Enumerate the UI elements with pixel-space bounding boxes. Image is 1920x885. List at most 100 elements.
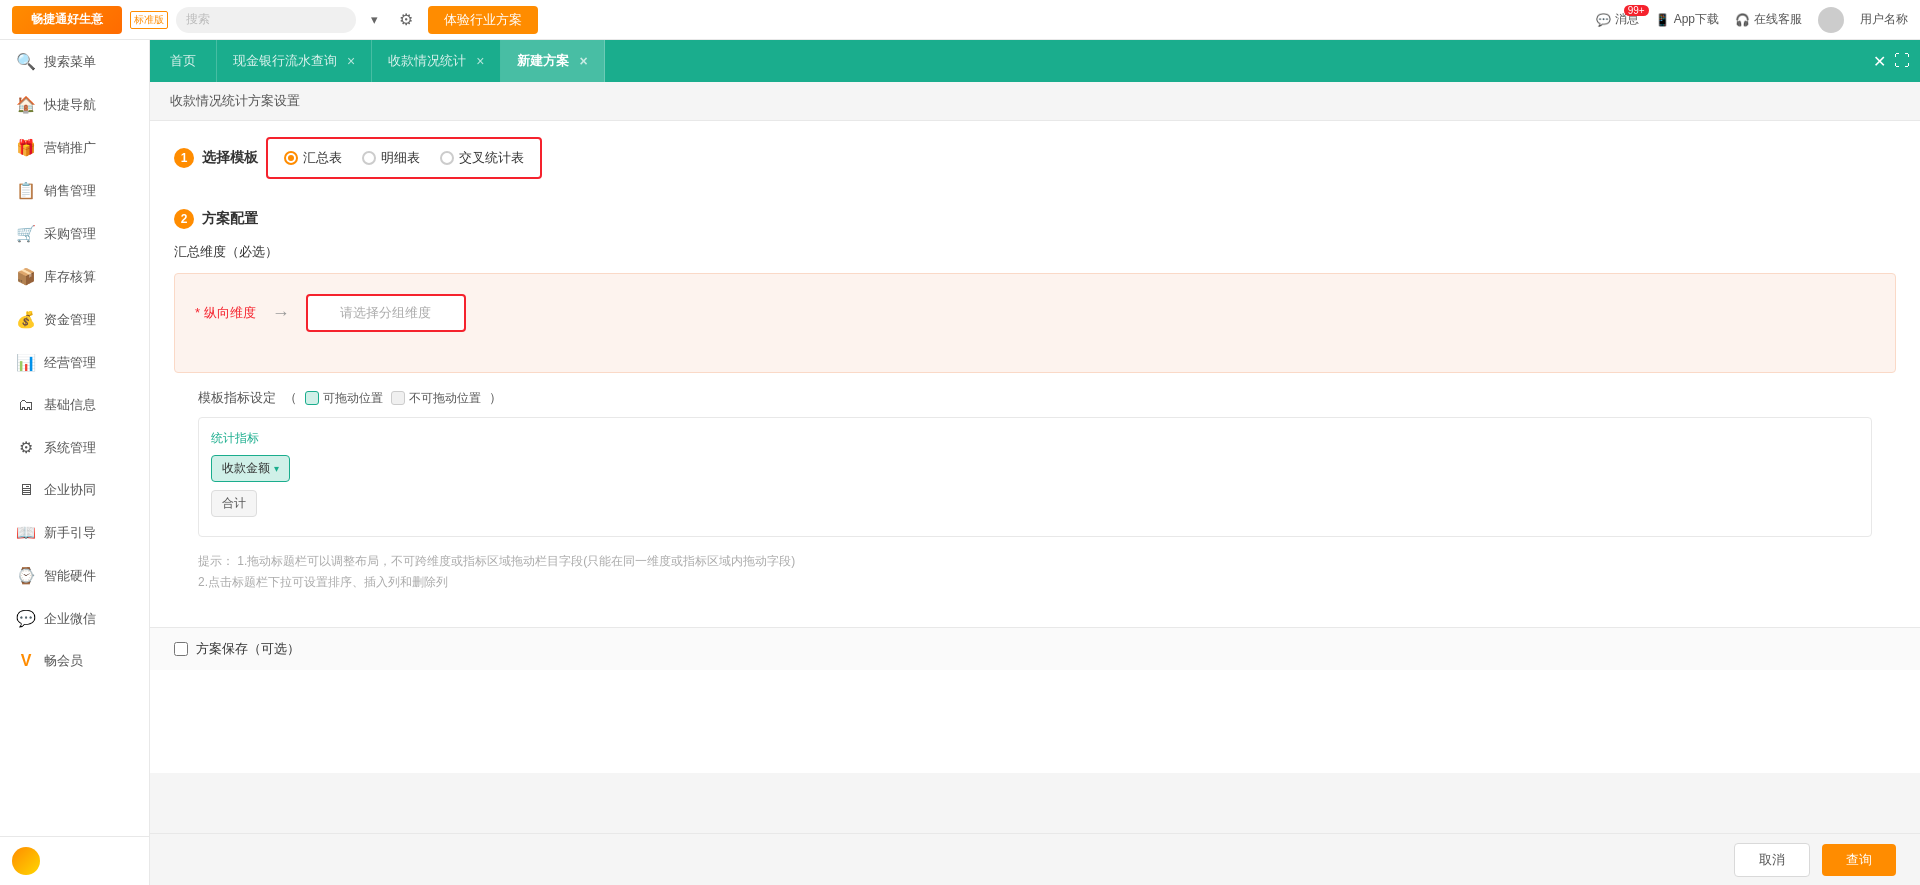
enterprise-icon: 🖥 — [16, 481, 36, 499]
top-bar-right: 💬 消息 99+ 📱 App下载 🎧 在线客服 用户名称 — [1596, 7, 1908, 33]
tab-collection[interactable]: 收款情况统计 × — [372, 40, 501, 82]
cashflow-tab-label: 现金银行流水查询 — [233, 52, 337, 70]
brand-logo: 畅捷通好生意 — [12, 6, 122, 34]
sidebar-item-label: 系统管理 — [44, 439, 96, 457]
indicator-title: 模板指标设定 — [198, 389, 276, 407]
top-bar: 畅捷通好生意 标准版 搜索 ▾ ⚙ 体验行业方案 💬 消息 99+ 📱 App下… — [0, 0, 1920, 40]
sidebar-item-guide[interactable]: 📖 新手引导 — [0, 511, 149, 554]
radio-summary-circle — [284, 151, 298, 165]
dropdown-icon[interactable]: ▾ — [364, 10, 384, 30]
home-tab-label: 首页 — [170, 52, 196, 70]
sidebar-item-member[interactable]: V 畅会员 — [0, 640, 149, 682]
sidebar-item-purchase[interactable]: 🛒 采购管理 — [0, 212, 149, 255]
sidebar-avatar-area — [0, 837, 149, 885]
sidebar-item-finance[interactable]: 💰 资金管理 — [0, 298, 149, 341]
newplan-tab-close[interactable]: × — [579, 53, 587, 69]
sidebar-item-label: 企业微信 — [44, 610, 96, 628]
form-container: 收款情况统计方案设置 1 选择模板 汇总表 — [150, 82, 1920, 773]
collection-tab-close[interactable]: × — [476, 53, 484, 69]
sidebar-item-sales[interactable]: 📋 销售管理 — [0, 169, 149, 212]
tag-dropdown-icon: ▾ — [274, 463, 279, 474]
radio-cross[interactable]: 交叉统计表 — [440, 149, 524, 167]
gear-icon[interactable]: ⚙ — [392, 6, 420, 34]
save-label: 方案保存（可选） — [196, 640, 300, 658]
sidebar-item-label: 销售管理 — [44, 182, 96, 200]
cashflow-tab-close[interactable]: × — [347, 53, 355, 69]
close-window-icon[interactable]: ✕ — [1873, 52, 1886, 71]
indicator-subtag: 合计 — [211, 490, 257, 517]
indicator-section: 模板指标设定 （ 可拖动位置 不可拖动位置 ） — [174, 389, 1896, 553]
radio-summary[interactable]: 汇总表 — [284, 149, 342, 167]
indicator-tags: 收款金额 ▾ — [211, 455, 1859, 482]
sidebar-item-enterprise[interactable]: 🖥 企业协同 — [0, 469, 149, 511]
username: 用户名称 — [1860, 11, 1908, 28]
tab-cashflow[interactable]: 现金银行流水查询 × — [217, 40, 372, 82]
expand-icon[interactable]: ⛶ — [1894, 52, 1910, 70]
gift-icon: 🎁 — [16, 138, 36, 157]
tab-home[interactable]: 首页 — [150, 40, 217, 82]
step2-num: 2 — [174, 209, 194, 229]
step1-num: 1 — [174, 148, 194, 168]
sidebar-item-nav[interactable]: 🏠 快捷导航 — [0, 83, 149, 126]
inventory-icon: 📦 — [16, 267, 36, 286]
dimension-row: * 纵向维度 → 请选择分组维度 — [195, 294, 1875, 332]
member-icon: V — [16, 652, 36, 670]
sidebar-item-search[interactable]: 🔍 搜索菜单 — [0, 40, 149, 83]
sidebar-item-marketing[interactable]: 🎁 营销推广 — [0, 126, 149, 169]
cancel-button[interactable]: 取消 — [1734, 843, 1810, 877]
sidebar-item-label: 快捷导航 — [44, 96, 96, 114]
tip-1: 提示： 1.拖动标题栏可以调整布局，不可跨维度或指标区域拖动栏目字段(只能在同一… — [198, 553, 1872, 570]
guide-icon: 📖 — [16, 523, 36, 542]
sidebar-item-label: 资金管理 — [44, 311, 96, 329]
radio-detail[interactable]: 明细表 — [362, 149, 420, 167]
avatar[interactable] — [1818, 7, 1844, 33]
sidebar-item-label: 库存核算 — [44, 268, 96, 286]
legend-draggable: 可拖动位置 — [305, 390, 383, 407]
industry-btn[interactable]: 体验行业方案 — [428, 6, 538, 34]
tab-newplan[interactable]: 新建方案 × — [501, 40, 604, 82]
query-button[interactable]: 查询 — [1822, 844, 1896, 876]
hardware-icon: ⌚ — [16, 566, 36, 585]
dimension-area: * 纵向维度 → 请选择分组维度 — [174, 273, 1896, 373]
sidebar-item-inventory[interactable]: 📦 库存核算 — [0, 255, 149, 298]
sidebar-item-label: 搜索菜单 — [44, 53, 96, 71]
dimension-input[interactable]: 请选择分组维度 — [306, 294, 466, 332]
radio-summary-label: 汇总表 — [303, 149, 342, 167]
radio-detail-label: 明细表 — [381, 149, 420, 167]
form-title: 收款情况统计方案设置 — [170, 93, 300, 108]
save-section: 方案保存（可选） — [150, 627, 1920, 670]
basic-icon: 🗂 — [16, 396, 36, 414]
sidebar-item-basic[interactable]: 🗂 基础信息 — [0, 384, 149, 426]
brand-tag: 标准版 — [130, 11, 168, 29]
tab-bar-actions: ✕ ⛶ — [1863, 40, 1920, 82]
indicator-bracket-close: ） — [489, 389, 502, 407]
search-bar[interactable]: 搜索 — [176, 7, 356, 33]
message-btn[interactable]: 💬 消息 99+ — [1596, 11, 1639, 28]
step2-title: 方案配置 — [202, 210, 258, 228]
sidebar-item-label: 营销推广 — [44, 139, 96, 157]
sidebar-avatar — [12, 847, 40, 875]
sidebar-item-system[interactable]: ⚙ 系统管理 — [0, 426, 149, 469]
indicator-box: 统计指标 收款金额 ▾ 合计 — [198, 417, 1872, 537]
service-btn[interactable]: 🎧 在线客服 — [1735, 11, 1802, 28]
sidebar-item-label: 新手引导 — [44, 524, 96, 542]
bottom-bar: 取消 查询 — [150, 833, 1920, 885]
sidebar-item-label: 基础信息 — [44, 396, 96, 414]
sidebar-item-wechat[interactable]: 💬 企业微信 — [0, 597, 149, 640]
sidebar-item-hardware[interactable]: ⌚ 智能硬件 — [0, 554, 149, 597]
config-subtitle: 汇总维度（必选） — [174, 243, 1896, 261]
legend-non-draggable-label: 不可拖动位置 — [409, 390, 481, 407]
dimension-arrow-icon: → — [272, 303, 290, 324]
stat-label: 统计指标 — [211, 430, 1859, 447]
radio-group: 汇总表 明细表 交叉统计表 — [284, 149, 524, 167]
search-icon: 🔍 — [16, 52, 36, 71]
step2-label: 2 方案配置 — [174, 209, 1896, 229]
save-checkbox[interactable] — [174, 642, 188, 656]
finance-icon: 💰 — [16, 310, 36, 329]
tips-section: 提示： 1.拖动标题栏可以调整布局，不可跨维度或指标区域拖动栏目字段(只能在同一… — [174, 553, 1896, 611]
indicator-subtag-area: 合计 — [211, 490, 1859, 517]
sidebar-item-management[interactable]: 📊 经营管理 — [0, 341, 149, 384]
indicator-tag-amount[interactable]: 收款金额 ▾ — [211, 455, 290, 482]
message-badge: 99+ — [1624, 5, 1649, 16]
download-btn[interactable]: 📱 App下载 — [1655, 11, 1719, 28]
